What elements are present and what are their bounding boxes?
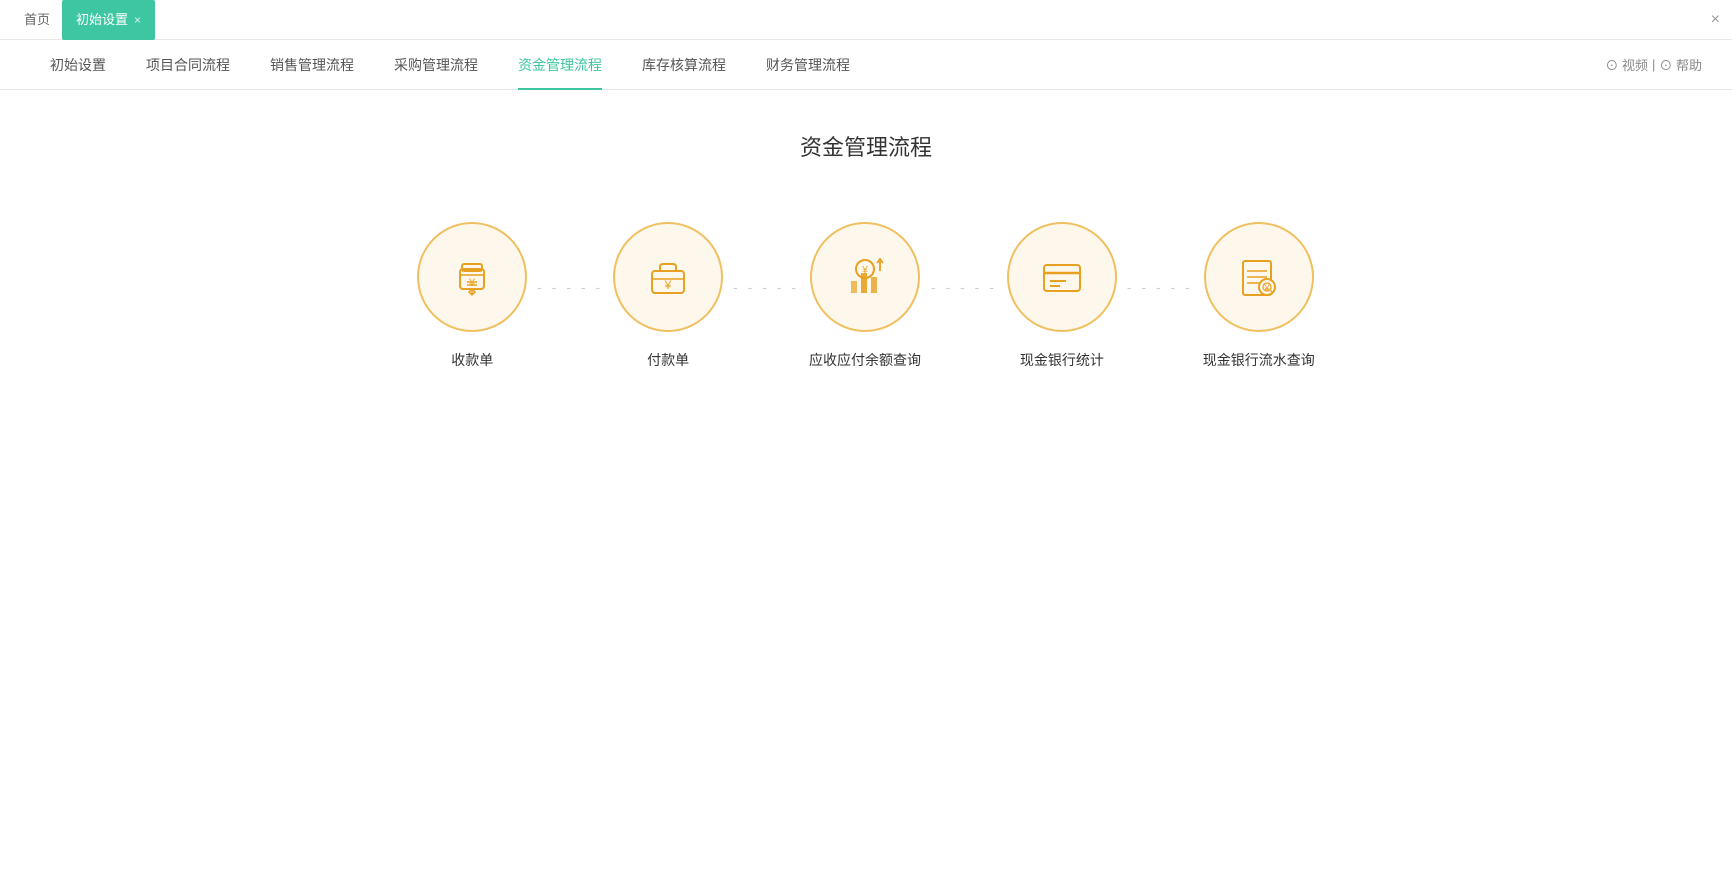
nav-bar: 初始设置 项目合同流程 销售管理流程 采购管理流程 资金管理流程 库存核算流程 …	[0, 40, 1732, 90]
receivable-payable-icon-circle: ¥	[810, 222, 920, 332]
flow-item-receivable-payable[interactable]: ¥ 应收应付余额查询	[809, 222, 921, 370]
window-close-icon[interactable]: ×	[1711, 11, 1720, 29]
cash-bank-stats-icon-circle	[1007, 222, 1117, 332]
nav-item-capital-management[interactable]: 资金管理流程	[498, 40, 622, 90]
svg-text:¥: ¥	[861, 265, 868, 276]
connector-1: - - - - -	[527, 279, 613, 295]
payment-icon-circle: ¥	[613, 222, 723, 332]
nav-item-project-contract[interactable]: 项目合同流程	[126, 40, 250, 90]
receipt-icon: ¥	[446, 251, 498, 303]
flow-container: ¥ 收款单 - - - - -	[60, 222, 1672, 370]
connector-3: - - - - -	[921, 279, 1007, 295]
top-bar-right: ×	[1711, 11, 1720, 29]
receipt-icon-circle: ¥	[417, 222, 527, 332]
video-link[interactable]: ⊙ 视频	[1605, 55, 1648, 74]
payment-icon: ¥	[642, 251, 694, 303]
flow-item-cash-bank-flow[interactable]: ¥ 现金银行流水查询	[1203, 222, 1315, 370]
page-title: 资金管理流程	[60, 130, 1672, 162]
connector-4: - - - - -	[1117, 279, 1203, 295]
flow-item-cash-bank-stats[interactable]: 现金银行统计	[1007, 222, 1117, 370]
dots-3: - - - - -	[931, 279, 997, 295]
separator: |	[1652, 57, 1655, 72]
cash-bank-flow-label: 现金银行流水查询	[1203, 350, 1315, 370]
nav-item-sales-management[interactable]: 销售管理流程	[250, 40, 374, 90]
active-tab[interactable]: 初始设置 ×	[62, 0, 155, 40]
svg-text:¥: ¥	[664, 278, 672, 292]
cash-bank-flow-icon: ¥	[1233, 251, 1285, 303]
nav-item-initial-setup[interactable]: 初始设置	[30, 40, 126, 90]
dots-1: - - - - -	[537, 279, 603, 295]
flow-item-receipt[interactable]: ¥ 收款单	[417, 222, 527, 370]
flow-item-payment[interactable]: ¥ 付款单	[613, 222, 723, 370]
dots-4: - - - - -	[1127, 279, 1193, 295]
page-content: 资金管理流程 ¥	[0, 90, 1732, 410]
cash-bank-stats-label: 现金银行统计	[1020, 350, 1104, 370]
home-tab[interactable]: 首页	[12, 0, 62, 40]
nav-item-inventory[interactable]: 库存核算流程	[622, 40, 746, 90]
active-tab-label: 初始设置	[76, 0, 128, 40]
nav-item-finance-management[interactable]: 财务管理流程	[746, 40, 870, 90]
dots-2: - - - - -	[733, 279, 799, 295]
nav-item-purchase-management[interactable]: 采购管理流程	[374, 40, 498, 90]
cash-bank-flow-icon-circle: ¥	[1204, 222, 1314, 332]
cash-bank-stats-icon	[1036, 251, 1088, 303]
svg-text:¥: ¥	[468, 277, 476, 289]
nav-bar-right: ⊙ 视频 | ⊙ 帮助	[1605, 55, 1702, 74]
receipt-label: 收款单	[451, 350, 493, 370]
receivable-payable-icon: ¥	[839, 251, 891, 303]
close-tab-icon[interactable]: ×	[134, 0, 141, 40]
help-link[interactable]: ⊙ 帮助	[1659, 55, 1702, 74]
top-bar: 首页 初始设置 × ×	[0, 0, 1732, 40]
connector-2: - - - - -	[723, 279, 809, 295]
main-area: 初始设置 项目合同流程 销售管理流程 采购管理流程 资金管理流程 库存核算流程 …	[0, 40, 1732, 885]
receivable-payable-label: 应收应付余额查询	[809, 350, 921, 370]
payment-label: 付款单	[647, 350, 689, 370]
